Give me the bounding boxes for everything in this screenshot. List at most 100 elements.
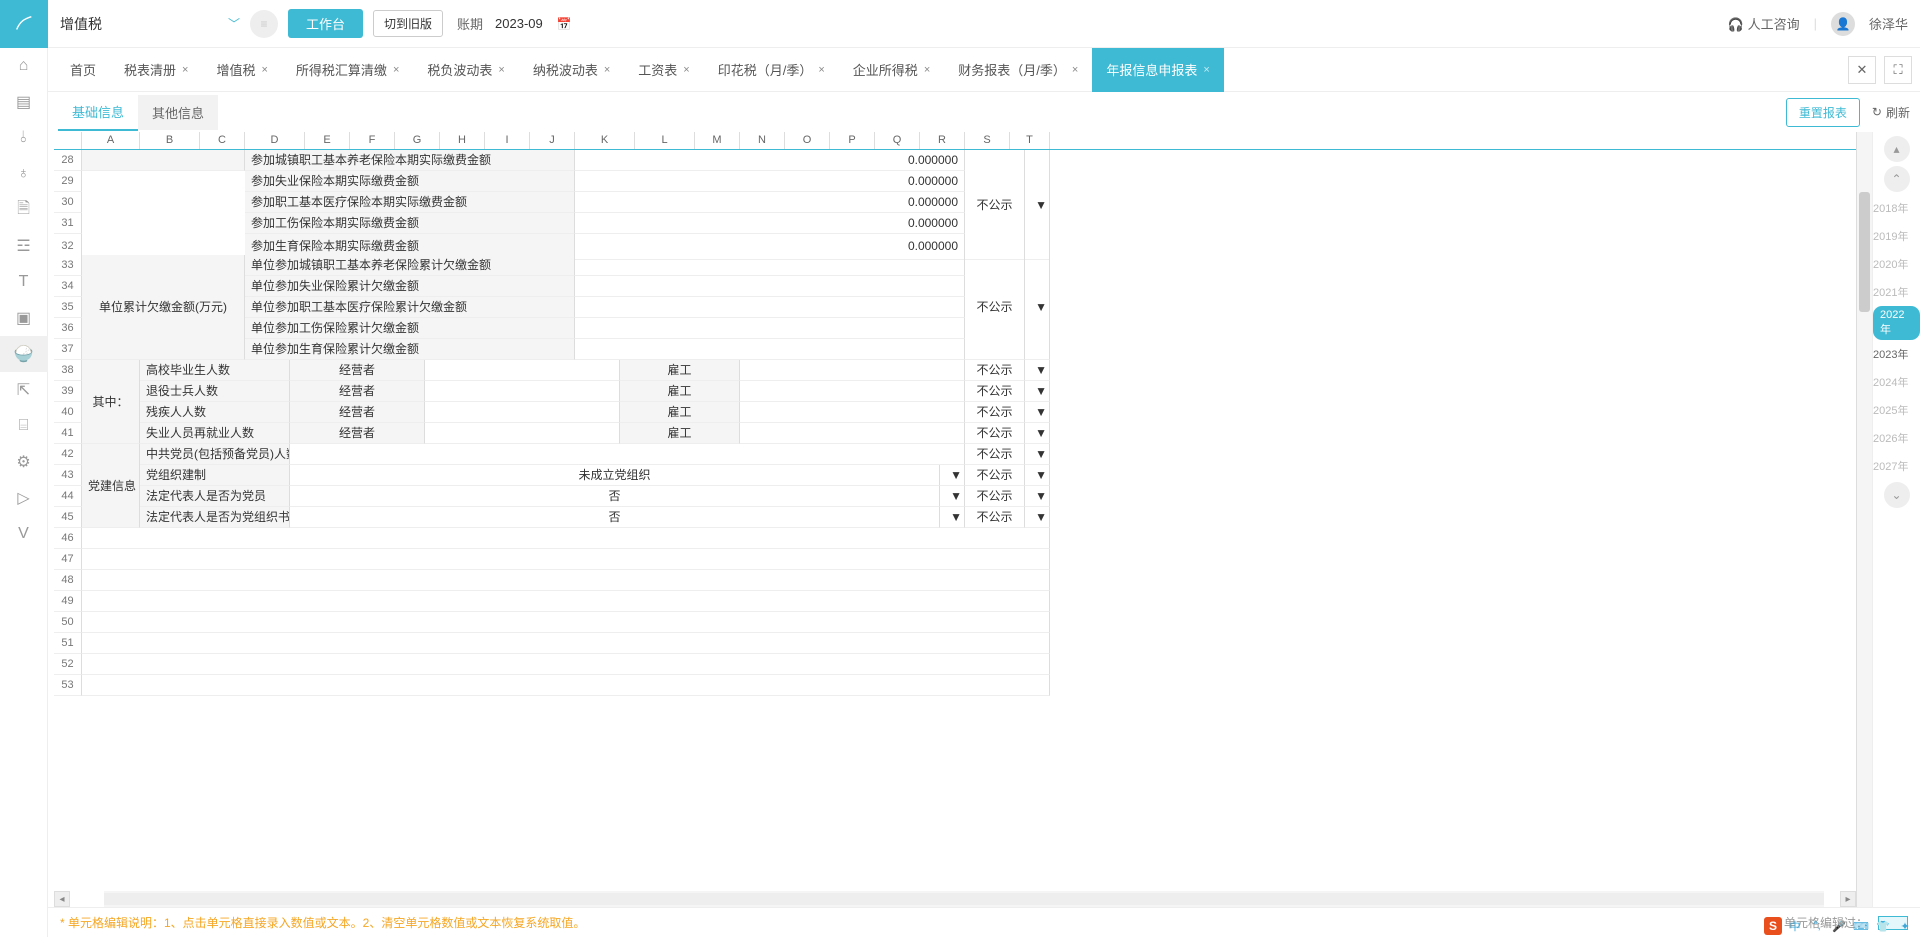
nav-grid-icon[interactable]: ▣ xyxy=(0,300,48,336)
vertical-scrollbar[interactable] xyxy=(1856,132,1872,907)
row-disp[interactable]: 不公示 xyxy=(965,360,1025,381)
row-num[interactable]: 49 xyxy=(54,591,82,612)
tab-0[interactable]: 首页 xyxy=(56,48,110,92)
row-num[interactable]: 47 xyxy=(54,549,82,570)
tab-close-icon[interactable]: × xyxy=(818,64,824,76)
tab-close-icon[interactable]: × xyxy=(604,64,610,76)
row-num[interactable]: 35 xyxy=(54,297,82,318)
col-D[interactable]: D xyxy=(245,132,305,149)
ime-keyboard-icon[interactable]: ⌨ xyxy=(1852,917,1870,935)
row-num[interactable]: 34 xyxy=(54,276,82,297)
row-num[interactable]: 28 xyxy=(54,150,82,171)
row-disp[interactable]: 不公示 xyxy=(965,381,1025,402)
ime-mic-icon[interactable]: 🎤 xyxy=(1830,917,1848,935)
year-2018年[interactable]: 2018年 xyxy=(1873,194,1920,222)
row-value[interactable]: 0.000000 xyxy=(575,171,965,192)
year-2025年[interactable]: 2025年 xyxy=(1873,396,1920,424)
avatar-icon[interactable]: 👤 xyxy=(1831,12,1855,36)
col-H[interactable]: H xyxy=(440,132,485,149)
row-num[interactable]: 44 xyxy=(54,486,82,507)
col-N[interactable]: N xyxy=(740,132,785,149)
workbench-button[interactable]: 工作台 xyxy=(288,9,363,38)
col-C[interactable]: C xyxy=(200,132,245,149)
tab-8[interactable]: 企业所得税× xyxy=(839,48,944,92)
row-value[interactable] xyxy=(575,318,965,339)
username[interactable]: 徐泽华 xyxy=(1869,14,1908,33)
tab-2[interactable]: 增值税× xyxy=(202,48,281,92)
year-2027年[interactable]: 2027年 xyxy=(1873,452,1920,480)
nav-inbox-icon[interactable]: ⌸ xyxy=(0,408,48,444)
ime-s-icon[interactable]: S xyxy=(1764,917,1782,935)
ime-tool-icon[interactable]: ✦ xyxy=(1896,917,1914,935)
row-num[interactable]: 43 xyxy=(54,465,82,486)
col-L[interactable]: L xyxy=(635,132,695,149)
row-num[interactable]: 42 xyxy=(54,444,82,465)
tab-close-icon[interactable]: × xyxy=(924,64,930,76)
ime-skin-icon[interactable]: 👕 xyxy=(1874,917,1892,935)
year-2022年[interactable]: 2022年 xyxy=(1873,306,1920,340)
col-R[interactable]: R xyxy=(920,132,965,149)
col-Q[interactable]: Q xyxy=(875,132,920,149)
row-disp[interactable]: 不公示 xyxy=(965,402,1025,423)
col-F[interactable]: F xyxy=(350,132,395,149)
nav-doc-icon[interactable]: ▤ xyxy=(0,84,48,120)
rail-top-icon[interactable]: ⌃ xyxy=(1884,166,1910,192)
year-2019年[interactable]: 2019年 xyxy=(1873,222,1920,250)
rail-down-icon[interactable]: ⌄ xyxy=(1884,482,1910,508)
refresh-button[interactable]: ↻刷新 xyxy=(1872,104,1910,121)
row-num[interactable]: 46 xyxy=(54,528,82,549)
tab-close-icon[interactable]: × xyxy=(683,64,689,76)
col-K[interactable]: K xyxy=(575,132,635,149)
reset-button[interactable]: 重置报表 xyxy=(1786,98,1860,127)
nav-chart-icon[interactable]: ⫰ xyxy=(0,120,48,156)
row-num[interactable]: 50 xyxy=(54,612,82,633)
nav-export-icon[interactable]: ⇱ xyxy=(0,372,48,408)
calendar-icon[interactable]: 📅 xyxy=(557,17,572,31)
col-I[interactable]: I xyxy=(485,132,530,149)
tab-9[interactable]: 财务报表（月/季）× xyxy=(944,48,1092,92)
row-disp[interactable]: 不公示 xyxy=(965,423,1025,444)
subtab-basic[interactable]: 基础信息 xyxy=(58,94,138,131)
year-2024年[interactable]: 2024年 xyxy=(1873,368,1920,396)
row-value[interactable]: 0.000000 xyxy=(575,213,965,234)
year-2023年[interactable]: 2023年 xyxy=(1873,340,1920,368)
logo-icon[interactable] xyxy=(0,0,48,48)
row-value[interactable]: 0.000000 xyxy=(575,150,965,171)
row-num[interactable]: 45 xyxy=(54,507,82,528)
row-num[interactable]: 48 xyxy=(54,570,82,591)
subtab-other[interactable]: 其他信息 xyxy=(138,95,218,130)
switch-old-button[interactable]: 切到旧版 xyxy=(373,10,443,37)
row-num[interactable]: 30 xyxy=(54,192,82,213)
row-num[interactable]: 31 xyxy=(54,213,82,234)
row-num[interactable]: 33 xyxy=(54,255,82,276)
col-S[interactable]: S xyxy=(965,132,1010,149)
row-num[interactable]: 52 xyxy=(54,654,82,675)
hscroll-right-icon[interactable]: ▸ xyxy=(1840,891,1856,907)
tab-1[interactable]: 税表清册× xyxy=(110,48,202,92)
col-J[interactable]: J xyxy=(530,132,575,149)
col-B[interactable]: B xyxy=(140,132,200,149)
year-2020年[interactable]: 2020年 xyxy=(1873,250,1920,278)
col-A[interactable]: A xyxy=(82,132,140,149)
tab-6[interactable]: 工资表× xyxy=(624,48,703,92)
tab-4[interactable]: 税负波动表× xyxy=(413,48,518,92)
row-value[interactable] xyxy=(575,339,965,360)
col-P[interactable]: P xyxy=(830,132,875,149)
close-all-icon[interactable]: ✕ xyxy=(1848,56,1876,84)
row-num[interactable]: 53 xyxy=(54,675,82,696)
period-value[interactable]: 2023-09 xyxy=(495,16,543,31)
tab-close-icon[interactable]: × xyxy=(261,64,267,76)
col-T[interactable]: T xyxy=(1010,132,1050,149)
col-G[interactable]: G xyxy=(395,132,440,149)
nav-home-icon[interactable]: ⌂ xyxy=(0,48,48,84)
nav-form-icon[interactable]: ☲ xyxy=(0,228,48,264)
company-selector[interactable]: 增值税 ﹀ xyxy=(60,14,240,34)
year-2021年[interactable]: 2021年 xyxy=(1873,278,1920,306)
hscroll-left-icon[interactable]: ◂ xyxy=(54,891,70,907)
row-num[interactable]: 29 xyxy=(54,171,82,192)
row-value[interactable] xyxy=(575,276,965,297)
expand-icon[interactable]: ⛶ xyxy=(1884,56,1912,84)
row-num[interactable]: 41 xyxy=(54,423,82,444)
row-num[interactable]: 40 xyxy=(54,402,82,423)
nav-bowl-icon[interactable]: 🍚 xyxy=(0,336,48,372)
